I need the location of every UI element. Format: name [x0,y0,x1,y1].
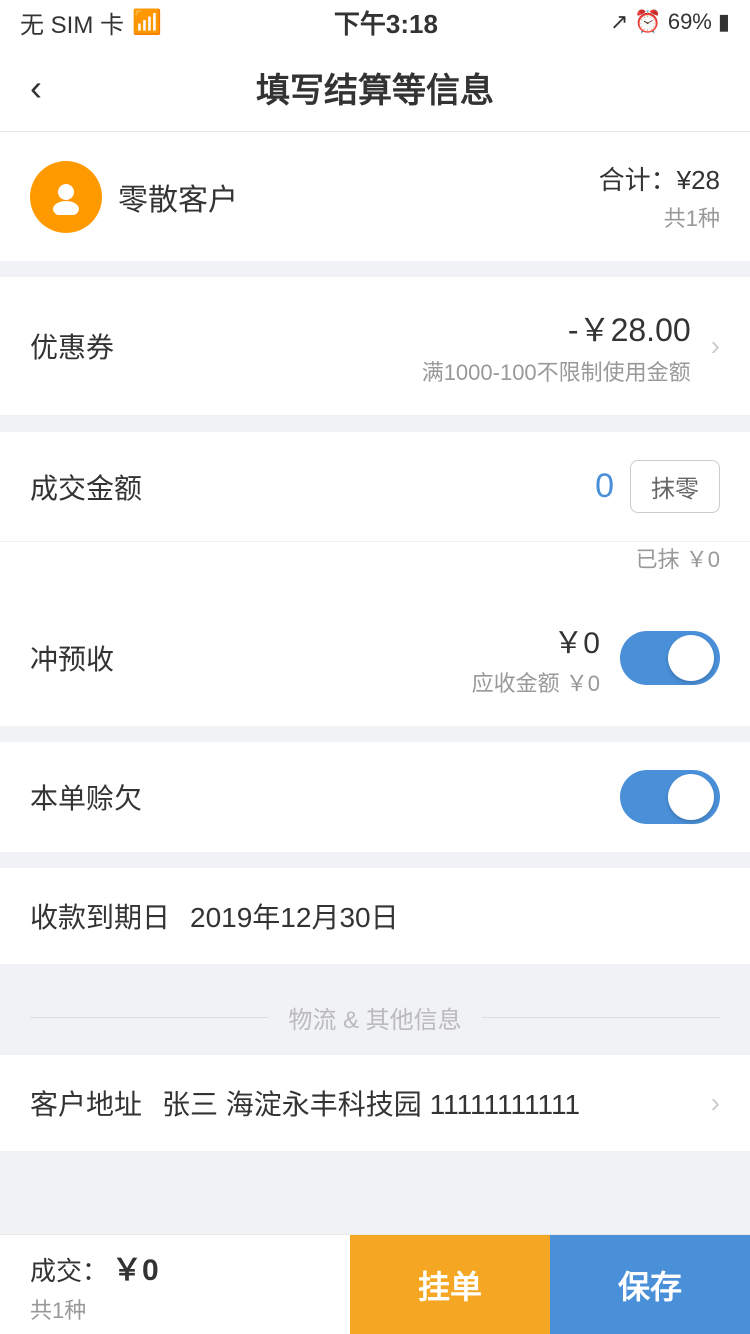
prepay-values: ￥0 应收金额 ￥0 [472,618,600,698]
prepay-main-value: ￥0 [472,618,600,662]
debt-section: 本单赊欠 [0,742,750,852]
deal-already-rounded: 已抹 ￥0 [636,547,720,572]
deal-amount-input-area: 0 抹零 [574,460,720,513]
bottom-bar: 成交： ￥0 共1种 挂单 保存 [0,1234,750,1334]
deal-amount-sub: 已抹 ￥0 [0,542,750,590]
coupon-right-text: -￥28.00 满1000-100不限制使用金额 [422,305,691,387]
alarm-icon: ⏰ [634,9,661,35]
prepay-right: ￥0 应收金额 ￥0 [472,618,720,698]
round-button[interactable]: 抹零 [630,460,720,513]
status-right: ↗ ⏰ 69% ▮ [610,9,730,35]
nav-bar: ‹ 填写结算等信息 [0,44,750,132]
deal-amount-label: 成交金额 [30,467,142,507]
bottom-deal-amount: ￥0 [112,1245,159,1289]
address-value: 张三 海淀永丰科技园 11111111111 [162,1083,701,1123]
status-bar: 无 SIM 卡 📶 下午3:18 ↗ ⏰ 69% ▮ [0,0,750,44]
save-button[interactable]: 保存 [550,1235,750,1334]
address-label: 客户地址 [30,1083,142,1123]
deal-amount-value[interactable]: 0 [574,467,614,506]
pending-button[interactable]: 挂单 [350,1235,550,1334]
deal-amount-section: 成交金额 0 抹零 已抹 ￥0 冲预收 ￥0 应收金额 ￥0 [0,432,750,726]
battery-icon: ▮ [718,9,730,35]
coupon-right: -￥28.00 满1000-100不限制使用金额 › [422,305,720,387]
customer-right: 合计：¥28 共1种 [599,160,720,233]
prepay-toggle-circle [668,635,714,681]
status-time: 下午3:18 [334,4,438,41]
bottom-deal-label: 成交： [30,1251,108,1288]
address-section[interactable]: 客户地址 张三 海淀永丰科技园 11111111111 › [0,1055,750,1151]
coupon-amount: -￥28.00 [422,305,691,351]
duedate-section: 收款到期日 2019年12月30日 [0,868,750,964]
coupon-chevron-icon: › [711,330,720,362]
prepay-row: 冲预收 ￥0 应收金额 ￥0 [0,590,750,726]
debt-label: 本单赊欠 [30,777,142,817]
spacer-1 [0,416,750,432]
duedate-value: 2019年12月30日 [190,896,399,936]
divider-line-left [30,1017,268,1018]
divider-text: 物流 & 其他信息 [288,1000,461,1035]
coupon-note: 满1000-100不限制使用金额 [422,355,691,387]
coupon-label: 优惠券 [30,326,114,366]
back-button[interactable]: ‹ [30,67,42,109]
customer-name: 零散客户 [118,175,238,219]
wifi-icon: 📶 [132,8,162,37]
prepay-label: 冲预收 [30,638,114,678]
customer-total: 合计：¥28 [599,160,720,197]
content: 零散客户 合计：¥28 共1种 优惠券 -￥28.00 满1000-100不限制… [0,132,750,1287]
deal-amount-row: 成交金额 0 抹零 [0,432,750,542]
divider-section: 物流 & 其他信息 [0,980,750,1055]
status-left: 无 SIM 卡 📶 [20,5,162,40]
coupon-row[interactable]: 优惠券 -￥28.00 满1000-100不限制使用金额 › [0,277,750,416]
bottom-deal-row: 成交： ￥0 [30,1245,320,1289]
bottom-count: 共1种 [30,1293,320,1325]
customer-avatar [30,161,102,233]
customer-row: 零散客户 合计：¥28 共1种 [0,132,750,261]
carrier-text: 无 SIM 卡 [20,5,124,40]
customer-left: 零散客户 [30,161,238,233]
bottom-summary: 成交： ￥0 共1种 [0,1245,350,1325]
divider-line-right [482,1017,720,1018]
debt-toggle-circle [668,774,714,820]
address-chevron-icon: › [711,1087,720,1119]
customer-count: 共1种 [599,201,720,233]
location-icon: ↗ [610,9,628,35]
battery-text: 69% [668,9,712,35]
prepay-sub-text: 应收金额 ￥0 [472,666,600,698]
duedate-label: 收款到期日 [30,896,170,936]
debt-toggle[interactable] [620,770,720,824]
page-title: 填写结算等信息 [256,63,494,112]
prepay-toggle[interactable] [620,631,720,685]
